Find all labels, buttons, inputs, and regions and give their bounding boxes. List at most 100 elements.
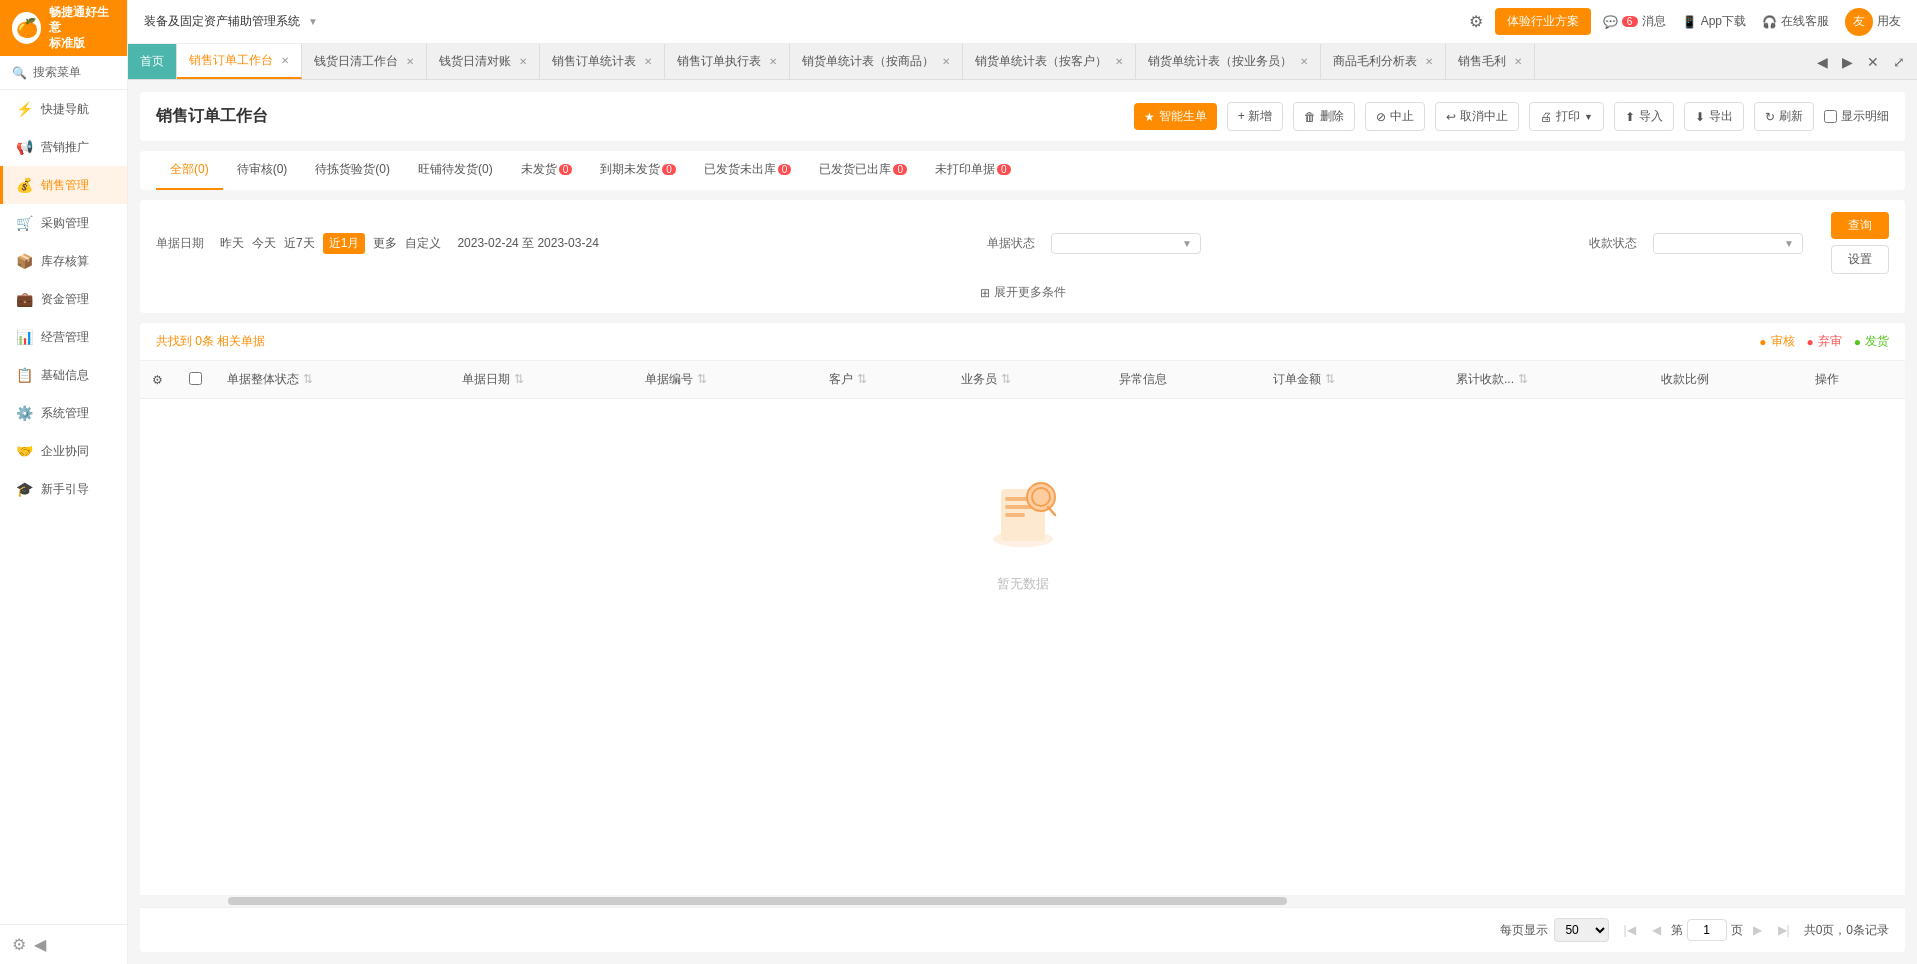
tab-sales-summary-customer[interactable]: 销货单统计表（按客户）✕ — [963, 44, 1136, 79]
filter-tab-pending-inspect[interactable]: 待拣货验货(0) — [301, 151, 404, 190]
sort-icon-collected[interactable]: ⇅ — [1518, 372, 1528, 386]
next-page-btn[interactable]: ▶ — [1747, 920, 1768, 940]
filter-tab-not-printed[interactable]: 未打印单据0 — [921, 151, 1025, 190]
sidebar-item-operations[interactable]: 📊 经营管理 — [0, 318, 127, 356]
app-download-btn[interactable]: 📱 App下载 — [1682, 13, 1746, 30]
sidebar-item-system[interactable]: ⚙️ 系统管理 — [0, 394, 127, 432]
tab-prev-btn[interactable]: ◀ — [1813, 52, 1832, 72]
filter-tab-pending-review[interactable]: 待审核(0) — [223, 151, 302, 190]
table-action-approve-btn[interactable]: ● 审核 — [1759, 333, 1794, 350]
show-detail-checkbox[interactable]: 显示明细 — [1824, 108, 1889, 125]
tab-close-sales-profit[interactable]: ✕ — [1514, 56, 1522, 67]
export-button[interactable]: ⬇ 导出 — [1684, 102, 1744, 131]
first-page-btn[interactable]: |◀ — [1617, 920, 1641, 940]
tab-sales-summary-product[interactable]: 销货单统计表（按商品）✕ — [790, 44, 963, 79]
tab-close-cash-reconcile[interactable]: ✕ — [519, 56, 527, 67]
tab-close-sales-workbench[interactable]: ✕ — [281, 55, 289, 66]
tab-sales-workbench[interactable]: 销售订单工作台✕ — [177, 44, 302, 79]
select-all-checkbox[interactable] — [189, 372, 202, 385]
date-opt-昨天[interactable]: 昨天 — [220, 235, 244, 252]
print-button[interactable]: 🖨 打印 ▼ — [1529, 102, 1604, 131]
col-header-date[interactable]: 单据日期⇅ — [450, 361, 634, 399]
tab-home[interactable]: 首页 — [128, 44, 177, 79]
date-opt-更多[interactable]: 更多 — [373, 235, 397, 252]
table-action-ship-btn[interactable]: ● 发货 — [1854, 333, 1889, 350]
sort-icon-customer[interactable]: ⇅ — [857, 372, 867, 386]
new-button[interactable]: + 新增 — [1227, 102, 1283, 131]
filter-tab-shipped-out[interactable]: 已发货已出库0 — [805, 151, 921, 190]
col-header-amount[interactable]: 订单金额⇅ — [1261, 361, 1445, 399]
date-opt-近1月[interactable]: 近1月 — [323, 233, 366, 254]
sidebar-item-guide[interactable]: 🎓 新手引导 — [0, 470, 127, 508]
collapse-sidebar-icon[interactable]: ◀ — [34, 935, 46, 954]
scrollbar-thumb[interactable] — [228, 897, 1287, 905]
settings-bottom-icon[interactable]: ⚙ — [12, 935, 26, 954]
cancel-stop-button[interactable]: ↩ 取消中止 — [1435, 102, 1519, 131]
show-detail-input[interactable] — [1824, 110, 1837, 123]
settings-button[interactable]: 设置 — [1831, 245, 1889, 274]
table-action-reject-btn[interactable]: ● 弃审 — [1807, 333, 1842, 350]
tab-cash-daily[interactable]: 钱货日清工作台✕ — [302, 44, 427, 79]
sidebar-item-finance[interactable]: 💼 资金管理 — [0, 280, 127, 318]
table-wrap[interactable]: ⚙单据整体状态⇅单据日期⇅单据编号⇅客户⇅业务员⇅异常信息订单金额⇅累计收款..… — [140, 361, 1905, 895]
tab-close-cash-daily[interactable]: ✕ — [406, 56, 414, 67]
prev-page-btn[interactable]: ◀ — [1646, 920, 1667, 940]
last-page-btn[interactable]: ▶| — [1772, 920, 1796, 940]
topbar-settings-icon[interactable]: ⚙ — [1469, 12, 1483, 31]
tab-close-sales-summary-staff[interactable]: ✕ — [1300, 56, 1308, 67]
sidebar-item-sales[interactable]: 💰 销售管理 — [0, 166, 127, 204]
tab-cash-reconcile[interactable]: 钱货日清对账✕ — [427, 44, 540, 79]
date-opt-今天[interactable]: 今天 — [252, 235, 276, 252]
tab-product-margin[interactable]: 商品毛利分析表✕ — [1321, 44, 1446, 79]
delete-button[interactable]: 🗑 删除 — [1293, 102, 1355, 131]
tab-next-btn[interactable]: ▶ — [1838, 52, 1857, 72]
tab-maximize-btn[interactable]: ⤢ — [1889, 52, 1909, 72]
col-settings-icon[interactable]: ⚙ — [152, 373, 163, 387]
col-header-customer[interactable]: 客户⇅ — [817, 361, 949, 399]
tab-close-sales-exec[interactable]: ✕ — [769, 56, 777, 67]
sidebar-item-base-info[interactable]: 📋 基础信息 — [0, 356, 127, 394]
online-support-btn[interactable]: 🎧 在线客服 — [1762, 13, 1829, 30]
filter-tab-overdue-not-shipped[interactable]: 到期未发货0 — [586, 151, 690, 190]
filter-tab-not-shipped[interactable]: 未发货0 — [507, 151, 587, 190]
page-number-input[interactable] — [1687, 919, 1727, 941]
sort-icon-number[interactable]: ⇅ — [697, 372, 707, 386]
stop-button[interactable]: ⊘ 中止 — [1365, 102, 1425, 131]
tab-close-sales-summary-product[interactable]: ✕ — [942, 56, 950, 67]
col-header-staff[interactable]: 业务员⇅ — [949, 361, 1107, 399]
tab-sales-exec[interactable]: 销售订单执行表✕ — [665, 44, 790, 79]
tab-close-product-margin[interactable]: ✕ — [1425, 56, 1433, 67]
filter-tab-shipped-not-out[interactable]: 已发货未出库0 — [690, 151, 806, 190]
col-header-number[interactable]: 单据编号⇅ — [633, 361, 817, 399]
sort-icon-date[interactable]: ⇅ — [514, 372, 524, 386]
filter-tab-wangpu-pending[interactable]: 旺铺待发货(0) — [404, 151, 507, 190]
sort-icon-status[interactable]: ⇅ — [303, 372, 313, 386]
sidebar-item-enterprise[interactable]: 🤝 企业协同 — [0, 432, 127, 470]
sidebar-item-purchase[interactable]: 🛒 采购管理 — [0, 204, 127, 242]
query-button[interactable]: 查询 — [1831, 212, 1889, 239]
status-select[interactable]: ▼ — [1051, 233, 1201, 254]
tab-close-sales-stats[interactable]: ✕ — [644, 56, 652, 67]
payment-status-select[interactable]: ▼ — [1653, 233, 1803, 254]
horizontal-scrollbar[interactable] — [140, 895, 1905, 907]
col-header-collected[interactable]: 累计收款...⇅ — [1444, 361, 1649, 399]
sort-icon-staff[interactable]: ⇅ — [1001, 372, 1011, 386]
smart-create-button[interactable]: ★ 智能生单 — [1134, 103, 1217, 130]
date-opt-自定义[interactable]: 自定义 — [405, 235, 441, 252]
tab-sales-summary-staff[interactable]: 销货单统计表（按业务员）✕ — [1136, 44, 1321, 79]
tab-close-sales-summary-customer[interactable]: ✕ — [1115, 56, 1123, 67]
user-btn[interactable]: 友 用友 — [1845, 8, 1901, 36]
sidebar-item-inventory[interactable]: 📦 库存核算 — [0, 242, 127, 280]
refresh-button[interactable]: ↻ 刷新 — [1754, 102, 1814, 131]
import-button[interactable]: ⬆ 导入 — [1614, 102, 1674, 131]
messages-btn[interactable]: 💬 6 消息 — [1603, 13, 1666, 30]
expand-conditions-btn[interactable]: ⊞ 展开更多条件 — [980, 284, 1066, 301]
sidebar-item-marketing[interactable]: 📢 营销推广 — [0, 128, 127, 166]
sidebar-item-quick-nav[interactable]: ⚡ 快捷导航 — [0, 90, 127, 128]
search-menu[interactable]: 🔍 搜索菜单 — [0, 56, 127, 90]
sort-icon-amount[interactable]: ⇅ — [1325, 372, 1335, 386]
filter-tab-all[interactable]: 全部(0) — [156, 151, 223, 190]
date-opt-近7天[interactable]: 近7天 — [284, 235, 315, 252]
tab-sales-stats[interactable]: 销售订单统计表✕ — [540, 44, 665, 79]
col-header-status[interactable]: 单据整体状态⇅ — [215, 361, 450, 399]
